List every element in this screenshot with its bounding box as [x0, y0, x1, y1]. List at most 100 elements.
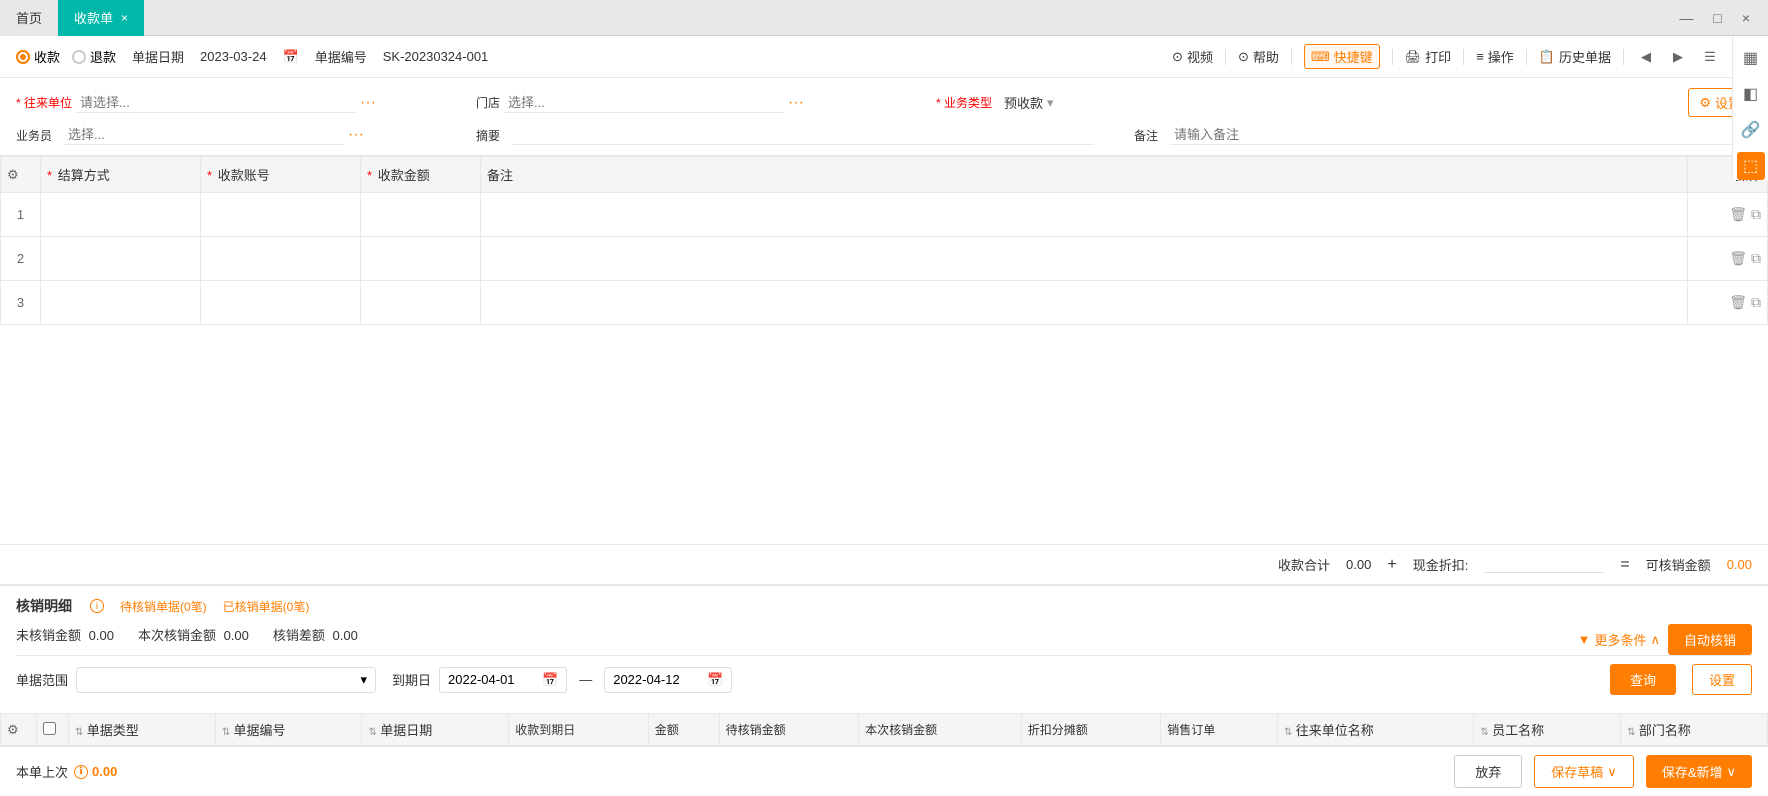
abandon-btn[interactable]: 放弃 [1454, 755, 1522, 788]
store-more-icon[interactable]: ··· [788, 94, 804, 112]
receivable-label: 可核销金额 [1646, 555, 1711, 574]
unverified-stat: 未核销金额 0.00 [16, 625, 114, 644]
doc-range-select[interactable]: ▾ [76, 667, 376, 693]
th-due-date: 收款到期日 [509, 714, 649, 746]
row2-note[interactable] [481, 237, 1688, 281]
row3-account[interactable] [201, 281, 361, 325]
summary-input[interactable] [512, 125, 1094, 145]
print-btn[interactable]: 🖨 打印 [1405, 47, 1452, 66]
auto-verify-btn[interactable]: 自动核销 [1668, 624, 1752, 655]
form-section: * 往来单位 ··· 门店 ··· * 业务类型 预收款 ▾ ⚙ 设置 [0, 78, 1768, 156]
remarks-field: 备注 [1134, 125, 1752, 145]
sidebar-icon-2[interactable]: ◧ [1737, 80, 1765, 108]
done-tab-link[interactable]: 已核销单据(0笔) [223, 598, 310, 615]
th-doc-date: ⇅ 单据日期 [362, 714, 509, 746]
calendar-to-icon[interactable]: 📅 [707, 672, 723, 688]
date-to-picker[interactable]: 📅 [604, 667, 732, 693]
row3-copy-icon[interactable]: ⧉ [1751, 294, 1761, 311]
list-view-btn[interactable]: ☰ [1700, 47, 1720, 67]
reconcile-settings-btn[interactable]: 设置 [1692, 664, 1752, 695]
table-settings-icon[interactable]: ⚙ [7, 167, 19, 182]
ops-btn[interactable]: ≡ 操作 [1476, 47, 1514, 66]
row2-delete-icon[interactable]: 🗑 [1729, 250, 1747, 267]
bottom-table: ⚙ ⇅ 单据类型 ⇅ 单据编号 ⇅ 单据日期 [0, 713, 1768, 746]
nav-next-btn[interactable]: ▶ [1668, 47, 1688, 67]
tab-receipt-label: 收款单 [74, 8, 113, 27]
discount-input[interactable] [1484, 557, 1604, 573]
row1-account[interactable] [201, 193, 361, 237]
refund-radio[interactable]: 退款 [72, 47, 116, 66]
receipt-type-group: 收款 退款 [16, 47, 116, 66]
summary-field: 摘要 [476, 125, 1094, 145]
row3-payment[interactable] [41, 281, 201, 325]
store-input[interactable] [504, 93, 784, 113]
row1-amount[interactable] [361, 193, 481, 237]
tab-receipt[interactable]: 收款单 × [58, 0, 144, 36]
unverified-value: 0.00 [89, 628, 114, 643]
draft-chevron-icon: ∨ [1607, 764, 1617, 780]
business-type-value: 预收款 [1004, 93, 1043, 112]
row2-copy-icon[interactable]: ⧉ [1751, 250, 1761, 267]
more-conditions-btn[interactable]: ▼ 更多条件 ∧ [1578, 630, 1660, 649]
store-label: 门店 [476, 94, 500, 111]
video-icon: ⊙ [1172, 49, 1183, 65]
remarks-input[interactable] [1170, 125, 1752, 145]
row2-account[interactable] [201, 237, 361, 281]
row3-delete-icon[interactable]: 🗑 [1729, 294, 1747, 311]
nav-prev-btn[interactable]: ◀ [1636, 47, 1656, 67]
partner-input[interactable] [76, 93, 356, 113]
bottom-table-settings-icon[interactable]: ⚙ [7, 722, 19, 737]
calendar-from-icon[interactable]: 📅 [542, 672, 558, 688]
equal-sign: = [1620, 556, 1629, 574]
sidebar-icon-4[interactable]: ⬚ [1737, 152, 1765, 180]
sidebar-icon-1[interactable]: ▦ [1737, 44, 1765, 72]
receipt-radio[interactable]: 收款 [16, 47, 60, 66]
table-row: 3 🗑 ⧉ [1, 281, 1768, 325]
row2-payment[interactable] [41, 237, 201, 281]
tab-close-icon[interactable]: × [121, 11, 128, 25]
tab-home[interactable]: 首页 [0, 0, 58, 36]
partner-more-icon[interactable]: ··· [360, 94, 376, 112]
history-btn[interactable]: 📋 历史单据 [1539, 47, 1611, 66]
current-stat: 本次核销金额 0.00 [138, 625, 249, 644]
date-dash: — [579, 672, 592, 687]
th-discount: 折扣分摊额 [1021, 714, 1161, 746]
maximize-btn[interactable]: □ [1707, 6, 1727, 30]
th-amount: 金额 [648, 714, 719, 746]
footer: 本单上次 ℹ 0.00 放弃 保存草稿 ∨ 保存&新增 ∨ [0, 746, 1768, 796]
row2-amount[interactable] [361, 237, 481, 281]
row1-delete-icon[interactable]: 🗑 [1729, 206, 1747, 223]
th-dept: ⇅ 部门名称 [1621, 714, 1768, 746]
shortcut-btn[interactable]: ⌨ 快捷键 [1304, 44, 1380, 69]
row3-amount[interactable] [361, 281, 481, 325]
toolbar-right: ⊙ 视频 ⊙ 帮助 ⌨ 快捷键 🖨 打印 ≡ 操作 [1172, 44, 1752, 69]
row3-note[interactable] [481, 281, 1688, 325]
main-content: 收款 退款 单据日期 2023-03-24 📅 单据编号 SK-20230324… [0, 36, 1768, 796]
date-from-input[interactable] [448, 672, 538, 687]
diff-label: 核销差额 [273, 628, 325, 643]
reconcile-info-icon[interactable]: i [90, 599, 104, 613]
pending-tab-link[interactable]: 待核销单据(0笔) [120, 598, 207, 615]
footer-info-icon[interactable]: ℹ [74, 765, 88, 779]
row1-copy-icon[interactable]: ⧉ [1751, 206, 1761, 223]
draft-btn[interactable]: 保存草稿 ∨ [1534, 755, 1634, 788]
filter-icon: ▼ [1578, 632, 1591, 647]
date-from-picker[interactable]: 📅 [439, 667, 567, 693]
staff-input[interactable] [64, 125, 344, 145]
row1-note[interactable] [481, 193, 1688, 237]
video-btn[interactable]: ⊙ 视频 [1172, 47, 1213, 66]
row1-payment[interactable] [41, 193, 201, 237]
help-btn[interactable]: ⊙ 帮助 [1238, 47, 1279, 66]
save-btn[interactable]: 保存&新增 ∨ [1646, 755, 1752, 788]
close-btn[interactable]: × [1736, 6, 1756, 30]
divider3 [1392, 49, 1393, 65]
calendar-icon[interactable]: 📅 [283, 49, 299, 65]
minimize-btn[interactable]: — [1673, 6, 1699, 30]
select-all-checkbox[interactable] [43, 722, 56, 735]
sidebar-icon-3[interactable]: 🔗 [1737, 116, 1765, 144]
query-btn[interactable]: 查询 [1610, 664, 1676, 695]
staff-more-icon[interactable]: ··· [348, 126, 364, 144]
due-date-field: 到期日 📅 — 📅 [392, 667, 732, 693]
business-type-dropdown-icon[interactable]: ▾ [1047, 95, 1054, 111]
date-to-input[interactable] [613, 672, 703, 687]
